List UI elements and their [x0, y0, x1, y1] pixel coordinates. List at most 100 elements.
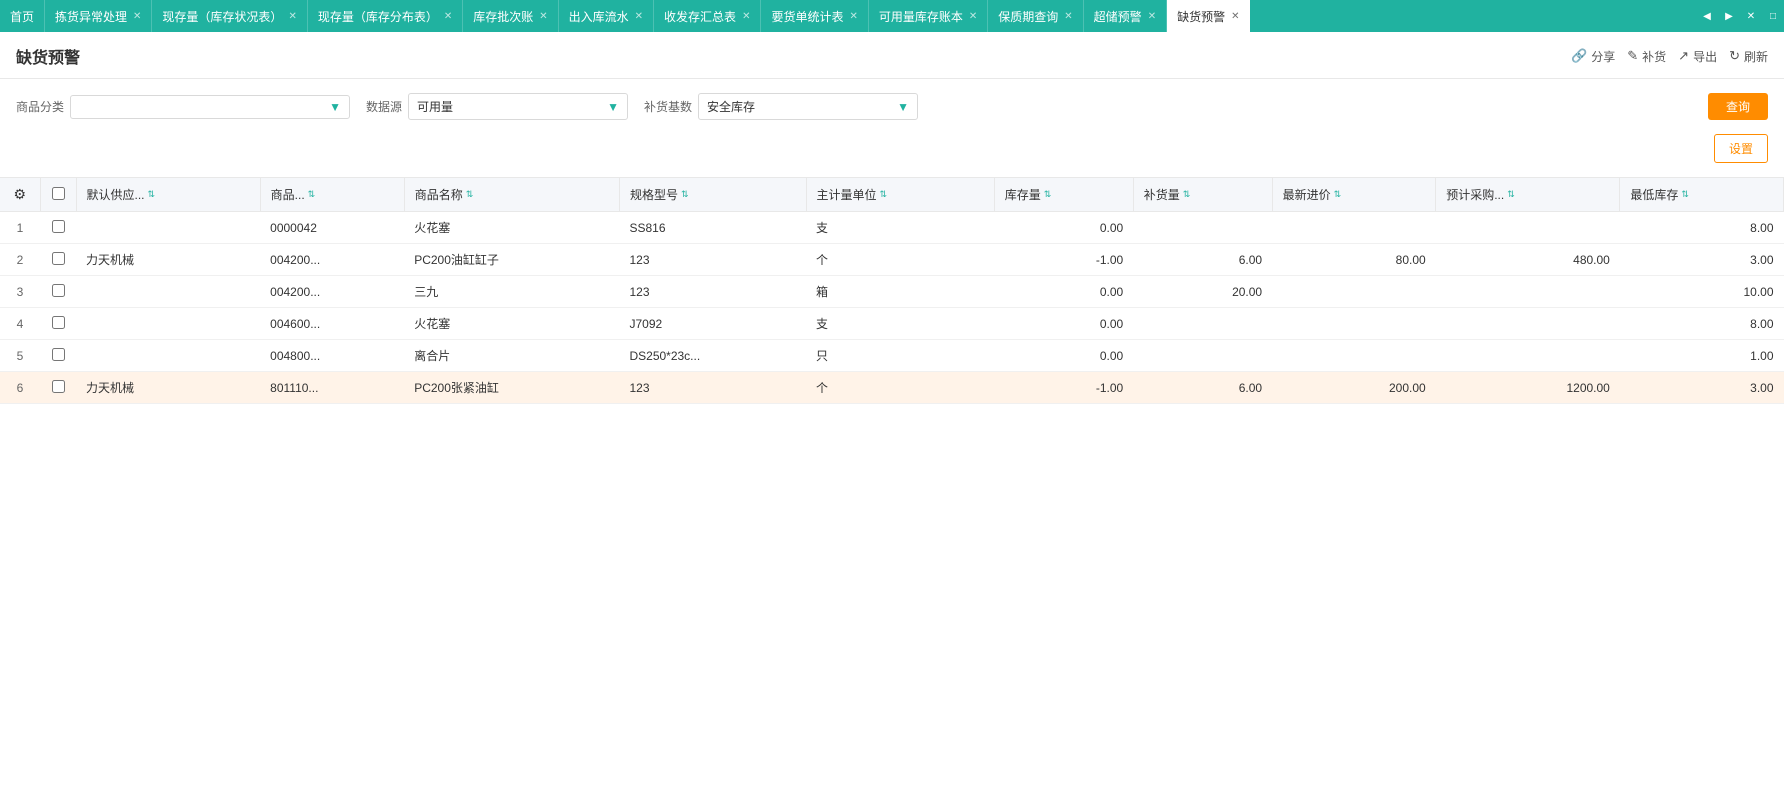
export-button[interactable]: ↗ 导出: [1678, 48, 1717, 65]
th-replenish-qty-inner: 补货量 ⇅: [1144, 186, 1262, 203]
tab-expiry-query-close[interactable]: ✕: [1064, 11, 1072, 22]
tab-home[interactable]: 首页: [0, 0, 45, 32]
th-default-supplier[interactable]: 默认供应... ⇅: [76, 178, 260, 212]
tab-next-btn[interactable]: ▶: [1718, 0, 1740, 32]
tab-overstock[interactable]: 超储预警 ✕: [1084, 0, 1167, 32]
row-checkbox-cell: [40, 276, 76, 308]
row-checkbox[interactable]: [52, 252, 65, 265]
tab-batch-account-close[interactable]: ✕: [539, 11, 547, 22]
tab-expiry-query[interactable]: 保质期查询 ✕: [988, 0, 1083, 32]
gear-icon: ⚙: [13, 186, 26, 202]
query-button[interactable]: 查询: [1708, 93, 1768, 120]
th-min-stock-inner: 最低库存 ⇅: [1630, 186, 1773, 203]
th-gear[interactable]: ⚙: [0, 178, 40, 212]
row-checkbox-cell: [40, 372, 76, 404]
share-label: 分享: [1591, 48, 1615, 65]
row-unit: 箱: [806, 276, 994, 308]
tab-overstock-close[interactable]: ✕: [1148, 11, 1156, 22]
th-latest-price[interactable]: 最新进价 ⇅: [1272, 178, 1436, 212]
row-checkbox-cell: [40, 308, 76, 340]
row-checkbox[interactable]: [52, 284, 65, 297]
page-title: 缺货预警: [16, 44, 80, 68]
tab-order-stat-close[interactable]: ✕: [849, 11, 857, 22]
tab-inventory-dist[interactable]: 现存量（库存分布表） ✕: [308, 0, 463, 32]
replenish-button[interactable]: ✎ 补货: [1627, 48, 1666, 65]
tab-shortage[interactable]: 缺货预警 ✕: [1167, 0, 1250, 32]
th-stock-label: 库存量: [1005, 186, 1041, 203]
tab-receipt-summary-label: 收发存汇总表: [664, 8, 736, 25]
row-spec: SS816: [619, 212, 806, 244]
tab-shortage-close[interactable]: ✕: [1231, 11, 1239, 22]
tab-inventory-dist-label: 现存量（库存分布表）: [318, 8, 438, 25]
tab-receipt-summary-close[interactable]: ✕: [742, 11, 750, 22]
th-product-code[interactable]: 商品... ⇅: [260, 178, 404, 212]
th-replenish-qty[interactable]: 补货量 ⇅: [1133, 178, 1272, 212]
th-product-name-inner: 商品名称 ⇅: [415, 186, 609, 203]
share-icon: 🔗: [1571, 48, 1587, 64]
row-latest-price: 200.00: [1272, 372, 1436, 404]
sort-replenish-qty-icon: ⇅: [1183, 189, 1191, 200]
th-checkbox[interactable]: [40, 178, 76, 212]
tab-home-label: 首页: [10, 8, 34, 25]
tab-abnormal-label: 拣货异常处理: [55, 8, 127, 25]
table-row: 10000042火花塞SS816支0.008.00: [0, 212, 1784, 244]
sort-default-supplier-icon: ⇅: [148, 189, 156, 200]
tab-maximize-btn[interactable]: □: [1762, 0, 1784, 32]
row-latest-price: 80.00: [1272, 244, 1436, 276]
th-spec[interactable]: 规格型号 ⇅: [619, 178, 806, 212]
th-unit-label: 主计量单位: [817, 186, 877, 203]
row-min-stock: 8.00: [1620, 308, 1784, 340]
filter-bar: 商品分类 ▼ 数据源 可用量 ▼ 补货基数 安全库存 ▼ 查询: [0, 79, 1784, 134]
tab-order-stat[interactable]: 要货单统计表 ✕: [761, 0, 868, 32]
row-unit: 支: [806, 212, 994, 244]
category-select[interactable]: ▼: [70, 95, 350, 119]
row-checkbox[interactable]: [52, 220, 65, 233]
tab-inout-flow-label: 出入库流水: [569, 8, 629, 25]
settings-btn-container: 设置: [1714, 134, 1768, 163]
page-header: 缺货预警 🔗 分享 ✎ 补货 ↗ 导出 ↻ 刷新: [0, 32, 1784, 79]
row-default-supplier: 力天机械: [76, 372, 260, 404]
refresh-button[interactable]: ↻ 刷新: [1729, 48, 1768, 65]
datasource-select[interactable]: 可用量 ▼: [408, 93, 628, 120]
row-product-name: 三九: [404, 276, 619, 308]
th-default-supplier-inner: 默认供应... ⇅: [87, 186, 250, 203]
tab-close-all-btn[interactable]: ✕: [1740, 0, 1762, 32]
tab-inventory-status[interactable]: 现存量（库存状况表） ✕: [152, 0, 307, 32]
th-product-name[interactable]: 商品名称 ⇅: [404, 178, 619, 212]
tab-inventory-dist-close[interactable]: ✕: [444, 11, 452, 22]
th-estimated-purchase[interactable]: 预计采购... ⇅: [1436, 178, 1620, 212]
th-unit[interactable]: 主计量单位 ⇅: [806, 178, 994, 212]
row-default-supplier: [76, 308, 260, 340]
replenish-base-select[interactable]: 安全库存 ▼: [698, 93, 918, 120]
tab-inventory-status-label: 现存量（库存状况表）: [162, 8, 282, 25]
row-latest-price: [1272, 340, 1436, 372]
row-min-stock: 8.00: [1620, 212, 1784, 244]
row-checkbox[interactable]: [52, 316, 65, 329]
row-checkbox-cell: [40, 244, 76, 276]
tab-inout-flow-close[interactable]: ✕: [635, 11, 643, 22]
table-row: 5004800...离合片DS250*23c...只0.001.00: [0, 340, 1784, 372]
select-all-checkbox[interactable]: [52, 187, 65, 200]
row-checkbox[interactable]: [52, 348, 65, 361]
tab-batch-account[interactable]: 库存批次账 ✕: [463, 0, 558, 32]
share-button[interactable]: 🔗 分享: [1571, 48, 1615, 65]
tab-abnormal[interactable]: 拣货异常处理 ✕: [45, 0, 152, 32]
data-table: ⚙ 默认供应... ⇅ 商品... ⇅: [0, 177, 1784, 404]
tab-prev-btn[interactable]: ◀: [1696, 0, 1718, 32]
settings-button[interactable]: 设置: [1714, 134, 1768, 163]
row-min-stock: 1.00: [1620, 340, 1784, 372]
tab-inventory-status-close[interactable]: ✕: [288, 11, 296, 22]
tab-inout-flow[interactable]: 出入库流水 ✕: [559, 0, 654, 32]
th-stock[interactable]: 库存量 ⇅: [994, 178, 1133, 212]
tab-available-ledger-close[interactable]: ✕: [969, 11, 977, 22]
tab-receipt-summary[interactable]: 收发存汇总表 ✕: [654, 0, 761, 32]
tab-abnormal-close[interactable]: ✕: [133, 11, 141, 22]
th-product-code-inner: 商品... ⇅: [271, 186, 394, 203]
row-stock: 0.00: [994, 308, 1133, 340]
row-min-stock: 3.00: [1620, 372, 1784, 404]
row-stock: -1.00: [994, 244, 1133, 276]
th-min-stock[interactable]: 最低库存 ⇅: [1620, 178, 1784, 212]
row-checkbox[interactable]: [52, 380, 65, 393]
th-unit-inner: 主计量单位 ⇅: [817, 186, 984, 203]
tab-available-ledger[interactable]: 可用量库存账本 ✕: [869, 0, 988, 32]
